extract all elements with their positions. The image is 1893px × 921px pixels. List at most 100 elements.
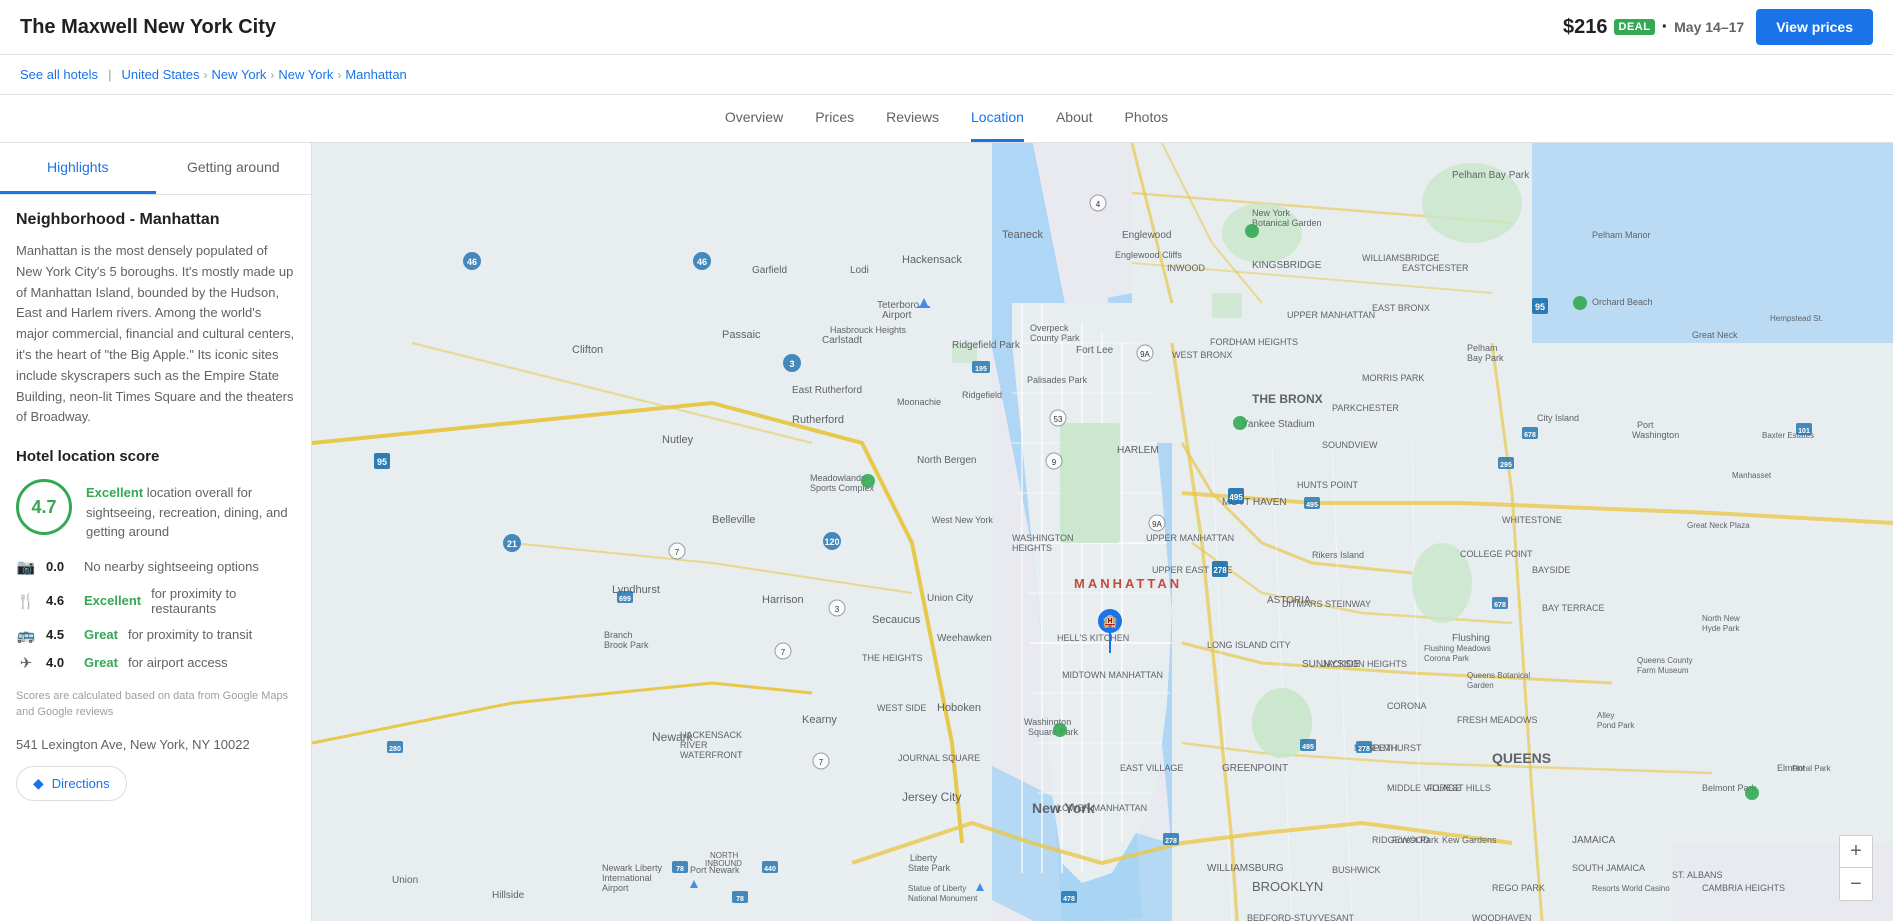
svg-text:Queens County: Queens County: [1637, 656, 1693, 665]
svg-text:SOUTH JAMAICA: SOUTH JAMAICA: [1572, 863, 1645, 873]
svg-text:Washington: Washington: [1632, 430, 1679, 440]
tab-prices[interactable]: Prices: [815, 95, 854, 142]
score-row-airport: ✈ 4.0 Great for airport access: [16, 654, 295, 672]
svg-text:RIDGEWOOD: RIDGEWOOD: [1372, 835, 1430, 845]
tab-location[interactable]: Location: [971, 95, 1024, 142]
svg-text:295: 295: [1500, 462, 1512, 469]
svg-text:LOWER MANHATTAN: LOWER MANHATTAN: [1057, 803, 1147, 813]
svg-text:Flushing Meadows: Flushing Meadows: [1424, 644, 1491, 653]
svg-text:120: 120: [824, 537, 839, 547]
svg-text:JACKSON HEIGHTS: JACKSON HEIGHTS: [1322, 659, 1407, 669]
score-row-restaurants: 🍴 4.6 Excellent for proximity to restaur…: [16, 586, 295, 616]
transit-quality: Great: [84, 627, 118, 642]
svg-text:ELMHURST: ELMHURST: [1372, 743, 1422, 753]
svg-text:9A: 9A: [1140, 350, 1150, 359]
breadcrumb-sep-0: ›: [204, 68, 208, 82]
svg-text:THE BRONX: THE BRONX: [1252, 392, 1323, 406]
breadcrumb-item-3[interactable]: Manhattan: [345, 67, 406, 82]
svg-text:City Island: City Island: [1537, 413, 1579, 423]
svg-text:Queens Botanical: Queens Botanical: [1467, 671, 1530, 680]
svg-text:195: 195: [975, 366, 987, 373]
svg-text:WEST BRONX: WEST BRONX: [1172, 350, 1232, 360]
score-excellent-label: Excellent: [86, 485, 143, 500]
svg-text:ST. ALBANS: ST. ALBANS: [1672, 870, 1723, 880]
svg-text:Airport: Airport: [882, 310, 912, 321]
svg-text:Garden: Garden: [1467, 681, 1494, 690]
svg-text:EASTCHESTER: EASTCHESTER: [1402, 263, 1469, 273]
breadcrumb-item-1[interactable]: New York: [212, 67, 267, 82]
svg-text:Hasbrouck Heights: Hasbrouck Heights: [830, 325, 907, 335]
header: The Maxwell New York City $216 DEAL · Ma…: [0, 0, 1893, 55]
panel-tab-getting-around[interactable]: Getting around: [156, 143, 312, 194]
svg-text:UPPER MANHATTAN: UPPER MANHATTAN: [1287, 310, 1375, 320]
svg-text:Pelham Manor: Pelham Manor: [1592, 230, 1651, 240]
directions-button[interactable]: ◆ Directions: [16, 766, 127, 801]
svg-text:7: 7: [675, 548, 680, 557]
svg-text:Pelham Bay Park: Pelham Bay Park: [1452, 170, 1530, 181]
svg-text:GREENPOINT: GREENPOINT: [1222, 763, 1288, 774]
svg-text:95: 95: [377, 457, 387, 467]
svg-text:Palisades Park: Palisades Park: [1027, 375, 1088, 385]
svg-text:Statue of Liberty: Statue of Liberty: [908, 884, 966, 893]
zoom-out-button[interactable]: −: [1840, 868, 1872, 900]
svg-text:78: 78: [676, 866, 684, 873]
svg-text:678: 678: [1494, 602, 1506, 609]
breadcrumb-item-2[interactable]: New York: [278, 67, 333, 82]
svg-text:WASHINGTON: WASHINGTON: [1012, 533, 1074, 543]
map-container[interactable]: MANHATTAN New York Newark Harrison Secau…: [312, 143, 1893, 921]
svg-text:Bay Park: Bay Park: [1467, 353, 1504, 363]
tab-reviews[interactable]: Reviews: [886, 95, 939, 142]
svg-text:REGO PARK: REGO PARK: [1492, 883, 1545, 893]
svg-text:Rikers Island: Rikers Island: [1312, 550, 1364, 560]
date-range: May 14–17: [1674, 19, 1744, 35]
breadcrumb-see-all[interactable]: See all hotels: [20, 67, 98, 82]
map-placeholder: MANHATTAN New York Newark Harrison Secau…: [312, 143, 1893, 921]
svg-text:WILLIAMSBURG: WILLIAMSBURG: [1207, 863, 1284, 874]
svg-text:Botanical Garden: Botanical Garden: [1252, 218, 1322, 228]
svg-text:COLLEGE POINT: COLLEGE POINT: [1460, 549, 1533, 559]
panel-tabs: Highlights Getting around: [0, 143, 311, 195]
header-left: The Maxwell New York City: [20, 16, 276, 39]
svg-text:Pelham: Pelham: [1467, 343, 1498, 353]
breadcrumb-item-0[interactable]: United States: [121, 67, 199, 82]
tab-about[interactable]: About: [1056, 95, 1093, 142]
svg-text:Brook Park: Brook Park: [604, 640, 649, 650]
svg-text:Clifton: Clifton: [572, 344, 603, 356]
map-svg: MANHATTAN New York Newark Harrison Secau…: [312, 143, 1893, 921]
svg-text:53: 53: [1054, 415, 1063, 424]
svg-text:East Rutherford: East Rutherford: [792, 385, 862, 396]
svg-text:MIDTOWN MANHATTAN: MIDTOWN MANHATTAN: [1062, 670, 1163, 680]
svg-text:21: 21: [507, 539, 517, 549]
svg-text:JOURNAL SQUARE: JOURNAL SQUARE: [898, 753, 980, 763]
panel-tab-highlights[interactable]: Highlights: [0, 143, 156, 194]
location-score-title: Hotel location score: [16, 448, 295, 465]
svg-text:Moonachie: Moonachie: [897, 397, 941, 407]
svg-text:WILLIAMSBRIDGE: WILLIAMSBRIDGE: [1362, 253, 1440, 263]
svg-text:RIVER: RIVER: [680, 740, 708, 750]
svg-text:Floral Park: Floral Park: [1792, 764, 1832, 773]
fork-knife-icon: 🍴: [16, 592, 36, 610]
svg-text:699: 699: [619, 596, 631, 603]
svg-text:WEST SIDE: WEST SIDE: [877, 703, 926, 713]
score-circle-row: 4.7 Excellent location overall for sight…: [16, 479, 295, 542]
view-prices-button[interactable]: View prices: [1756, 9, 1873, 45]
svg-text:Jersey City: Jersey City: [902, 790, 961, 804]
svg-text:Meadowlands: Meadowlands: [810, 473, 866, 483]
tab-photos[interactable]: Photos: [1125, 95, 1169, 142]
svg-text:Hempstead St.: Hempstead St.: [1770, 314, 1823, 323]
svg-text:495: 495: [1302, 744, 1314, 751]
tab-overview[interactable]: Overview: [725, 95, 783, 142]
svg-text:INBOUND: INBOUND: [705, 859, 742, 868]
svg-text:PARKCHESTER: PARKCHESTER: [1332, 403, 1399, 413]
svg-text:Pond Park: Pond Park: [1597, 721, 1635, 730]
svg-text:278: 278: [1358, 746, 1370, 753]
svg-text:UPPER MANHATTAN: UPPER MANHATTAN: [1146, 533, 1234, 543]
svg-text:BAYSIDE: BAYSIDE: [1532, 565, 1570, 575]
neighborhood-title: Neighborhood - Manhattan: [16, 211, 295, 229]
zoom-in-button[interactable]: +: [1840, 836, 1872, 868]
svg-text:Garfield: Garfield: [752, 265, 787, 276]
svg-text:West New York: West New York: [932, 515, 993, 525]
hotel-title: The Maxwell New York City: [20, 16, 276, 39]
svg-text:Newark Liberty: Newark Liberty: [602, 863, 663, 873]
price-display: $216 DEAL · May 14–17: [1563, 16, 1744, 39]
